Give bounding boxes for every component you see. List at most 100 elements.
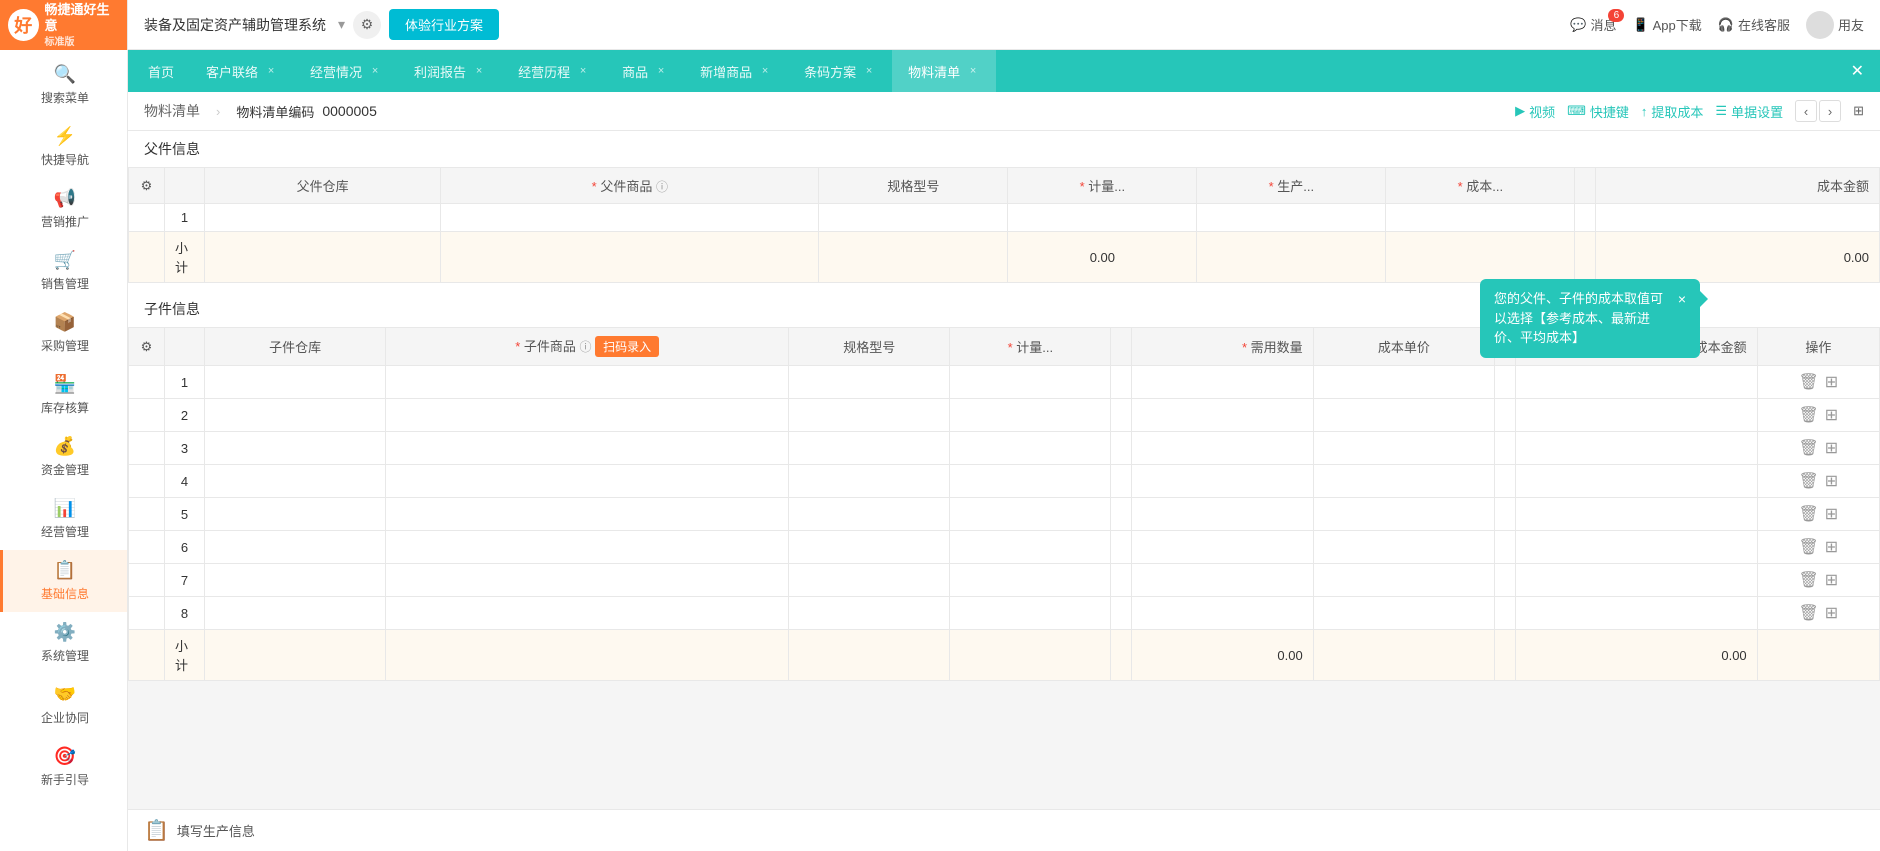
- delete-icon[interactable]: 🗑: [1798, 570, 1818, 590]
- child-row-warehouse[interactable]: [205, 432, 386, 465]
- tab-operations-close[interactable]: ×: [368, 64, 382, 78]
- copy-icon[interactable]: ⊞: [1825, 438, 1838, 458]
- sidebar-item-quick-nav[interactable]: ⚡ 快捷导航: [0, 116, 127, 178]
- child-row-product[interactable]: [386, 531, 789, 564]
- child-row-spec[interactable]: [789, 531, 950, 564]
- tab-barcode[interactable]: 条码方案 ×: [788, 50, 892, 92]
- sidebar-item-search[interactable]: 🔍 搜索菜单: [0, 54, 127, 116]
- sidebar-item-finance[interactable]: 💰 资金管理: [0, 426, 127, 488]
- child-row-required-qty[interactable]: [1132, 597, 1313, 630]
- child-row-product[interactable]: [386, 399, 789, 432]
- sidebar-item-guide[interactable]: 🎯 新手引导: [0, 736, 127, 798]
- delete-icon[interactable]: 🗑: [1798, 405, 1818, 425]
- child-row-unit[interactable]: [950, 597, 1111, 630]
- copy-icon[interactable]: ⊞: [1825, 405, 1838, 425]
- child-row-warehouse[interactable]: [205, 399, 386, 432]
- child-row-required-qty[interactable]: [1132, 399, 1313, 432]
- scan-input-button[interactable]: 扫码录入: [595, 336, 659, 357]
- next-record-button[interactable]: ›: [1819, 100, 1841, 122]
- child-row-cost-unit-price[interactable]: [1313, 366, 1494, 399]
- tab-new-product-close[interactable]: ×: [758, 64, 772, 78]
- child-row-cost-unit-price[interactable]: [1313, 597, 1494, 630]
- child-row-unit[interactable]: [950, 399, 1111, 432]
- child-row-required-qty[interactable]: [1132, 366, 1313, 399]
- child-row-required-qty[interactable]: [1132, 564, 1313, 597]
- child-row-spec[interactable]: [789, 498, 950, 531]
- messages-button[interactable]: 💬 消息 6: [1570, 15, 1616, 34]
- child-row-warehouse[interactable]: [205, 366, 386, 399]
- copy-icon[interactable]: ⊞: [1825, 471, 1838, 491]
- child-row-warehouse[interactable]: [205, 531, 386, 564]
- info-icon[interactable]: ⓘ: [656, 180, 668, 194]
- child-row-unit[interactable]: [950, 531, 1111, 564]
- delete-icon[interactable]: 🗑: [1798, 372, 1818, 392]
- child-row-spec[interactable]: [789, 597, 950, 630]
- copy-icon[interactable]: ⊞: [1825, 603, 1838, 623]
- settings-button[interactable]: ⚙: [353, 11, 381, 39]
- parent-row-warehouse[interactable]: [205, 204, 441, 232]
- delete-icon[interactable]: 🗑: [1798, 471, 1818, 491]
- app-download-button[interactable]: 📱 App下载: [1632, 15, 1701, 34]
- child-row-cost-unit-price[interactable]: [1313, 531, 1494, 564]
- copy-icon[interactable]: ⊞: [1825, 570, 1838, 590]
- video-action[interactable]: ▶ 视频: [1515, 102, 1555, 121]
- child-row-required-qty[interactable]: [1132, 498, 1313, 531]
- single-setup-action[interactable]: ☰ 单据设置: [1715, 102, 1783, 121]
- child-row-product[interactable]: [386, 597, 789, 630]
- trial-button[interactable]: 体验行业方案: [389, 9, 499, 40]
- sidebar-item-purchase[interactable]: 📦 采购管理: [0, 302, 127, 364]
- tab-products-close[interactable]: ×: [654, 64, 668, 78]
- copy-icon[interactable]: ⊞: [1825, 504, 1838, 524]
- child-row-cost-unit-price[interactable]: [1313, 465, 1494, 498]
- parent-row-cost[interactable]: [1386, 204, 1575, 232]
- tooltip-close-button[interactable]: ×: [1678, 289, 1686, 310]
- tab-operations[interactable]: 经营情况 ×: [294, 50, 398, 92]
- parent-row-product[interactable]: [441, 204, 819, 232]
- sidebar-item-basic-info[interactable]: 📋 基础信息: [0, 550, 127, 612]
- online-service-button[interactable]: 🎧 在线客服: [1718, 15, 1790, 34]
- user-menu-button[interactable]: 用友: [1806, 11, 1864, 39]
- tab-home[interactable]: 首页: [132, 50, 190, 92]
- child-row-warehouse[interactable]: [205, 465, 386, 498]
- tab-products[interactable]: 商品 ×: [606, 50, 684, 92]
- prev-record-button[interactable]: ‹: [1795, 100, 1817, 122]
- child-row-product[interactable]: [386, 366, 789, 399]
- breadcrumb-bom[interactable]: 物料清单: [144, 101, 200, 121]
- delete-icon[interactable]: 🗑: [1798, 438, 1818, 458]
- sidebar-item-marketing[interactable]: 📢 营销推广: [0, 178, 127, 240]
- parent-row-spec[interactable]: [819, 204, 1008, 232]
- child-row-spec[interactable]: [789, 399, 950, 432]
- parent-row-unit[interactable]: [1008, 204, 1197, 232]
- tab-bom-close[interactable]: ×: [966, 64, 980, 78]
- copy-icon[interactable]: ⊞: [1825, 372, 1838, 392]
- child-row-spec[interactable]: [789, 366, 950, 399]
- tab-biz-process[interactable]: 经营历程 ×: [502, 50, 606, 92]
- child-row-unit[interactable]: [950, 498, 1111, 531]
- tab-biz-close[interactable]: ×: [576, 64, 590, 78]
- tab-profit-report[interactable]: 利润报告 ×: [398, 50, 502, 92]
- child-row-unit[interactable]: [950, 366, 1111, 399]
- child-info-icon[interactable]: ⓘ: [580, 340, 592, 354]
- child-row-warehouse[interactable]: [205, 564, 386, 597]
- child-row-warehouse[interactable]: [205, 498, 386, 531]
- child-row-spec[interactable]: [789, 465, 950, 498]
- sidebar-item-inventory[interactable]: 🏪 库存核算: [0, 364, 127, 426]
- delete-icon[interactable]: 🗑: [1798, 504, 1818, 524]
- child-row-product[interactable]: [386, 498, 789, 531]
- tab-new-product[interactable]: 新增商品 ×: [684, 50, 788, 92]
- sidebar-item-enterprise[interactable]: 🤝 企业协同: [0, 674, 127, 736]
- extract-cost-action[interactable]: ↑ 提取成本: [1641, 102, 1704, 121]
- child-row-unit[interactable]: [950, 564, 1111, 597]
- child-row-spec[interactable]: [789, 432, 950, 465]
- close-all-tabs-button[interactable]: ✕: [1839, 61, 1876, 81]
- tab-profit-close[interactable]: ×: [472, 64, 486, 78]
- sidebar-item-operations-mgmt[interactable]: 📊 经营管理: [0, 488, 127, 550]
- child-row-product[interactable]: [386, 432, 789, 465]
- child-row-cost-unit-price[interactable]: [1313, 498, 1494, 531]
- child-row-required-qty[interactable]: [1132, 432, 1313, 465]
- child-row-unit[interactable]: [950, 432, 1111, 465]
- child-row-required-qty[interactable]: [1132, 465, 1313, 498]
- tab-customers[interactable]: 客户联络 ×: [190, 50, 294, 92]
- grid-view-button[interactable]: ⊞: [1853, 103, 1864, 119]
- tab-barcode-close[interactable]: ×: [862, 64, 876, 78]
